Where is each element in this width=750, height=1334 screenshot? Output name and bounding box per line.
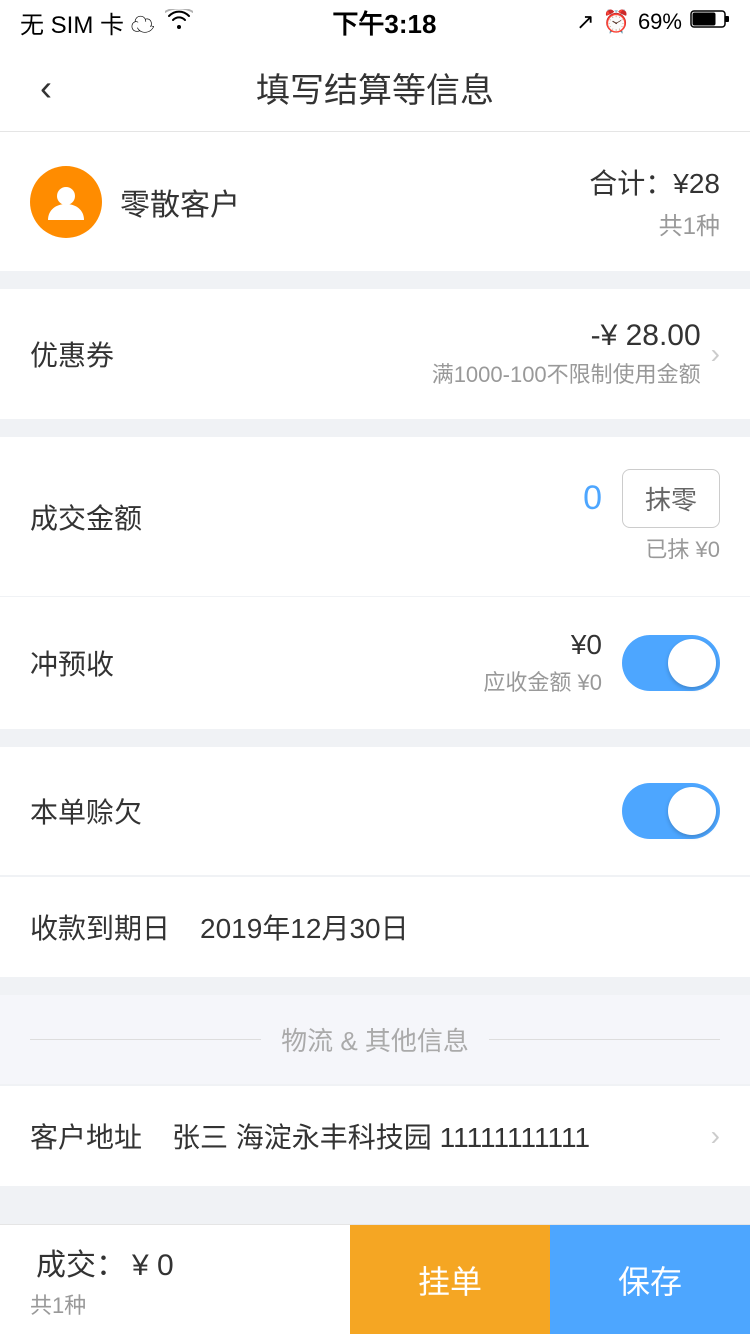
bottom-info: 成交：¥ 0 共1种 (0, 1240, 350, 1320)
transaction-amount-row: 成交金额 0 抹零 已抹 ¥0 (0, 437, 750, 597)
wifi-icon (165, 8, 193, 36)
logistics-divider: 物流 & 其他信息 (0, 995, 750, 1084)
debt-toggle[interactable] (622, 783, 720, 839)
battery-text: 69% (638, 9, 682, 35)
bottom-amount-value: ¥ 0 (132, 1249, 174, 1282)
transaction-value: 0 (583, 479, 602, 518)
debt-row: 本单赊欠 (0, 747, 750, 875)
transaction-label: 成交金额 (30, 497, 142, 537)
location-icon: ↗ (576, 9, 594, 35)
alarm-icon: ⏰ (603, 9, 630, 35)
nav-bar: ‹ 填写结算等信息 (0, 44, 750, 132)
chevron-right-icon: › (711, 338, 720, 370)
page-title: 填写结算等信息 (256, 63, 494, 112)
bottom-amount: 成交：¥ 0 (30, 1240, 320, 1284)
bottom-bar: 成交：¥ 0 共1种 挂单 保存 (0, 1224, 750, 1334)
logistics-line-left (30, 1039, 261, 1040)
battery-icon (690, 9, 730, 35)
bottom-amount-label: 成交： (36, 1249, 126, 1282)
transaction-section: 成交金额 0 抹零 已抹 ¥0 冲预收 ¥0 应收金额 ¥0 (0, 437, 750, 729)
status-time: 下午3:18 (332, 4, 436, 41)
customer-name: 零散客户 (120, 180, 240, 224)
due-date-section: 收款到期日 2019年12月30日 (0, 877, 750, 977)
back-button[interactable]: ‹ (30, 57, 62, 119)
customer-avatar (30, 166, 102, 238)
status-right: ↗ ⏰ 69% (576, 9, 730, 35)
due-date-value: 2019年12月30日 (200, 907, 409, 947)
prepayment-toggle[interactable] (622, 635, 720, 691)
customer-summary: 合计：¥28 共1种 (589, 162, 720, 241)
prepayment-sub: 应收金额 ¥0 (483, 665, 602, 697)
logistics-line-right (489, 1039, 720, 1040)
customer-section: 零散客户 合计：¥28 共1种 (0, 132, 750, 271)
no-sim-text: 无 SIM 卡 ☁ (20, 5, 155, 40)
coupon-discount: -¥ 28.00 (432, 319, 701, 353)
debt-section: 本单赊欠 (0, 747, 750, 875)
coupon-section[interactable]: 优惠券 -¥ 28.00 满1000-100不限制使用金额 › (0, 289, 750, 419)
save-button[interactable]: 保存 (550, 1225, 750, 1334)
coupon-sub: 满1000-100不限制使用金额 (432, 357, 701, 389)
customer-count: 共1种 (589, 206, 720, 241)
coupon-label: 优惠券 (30, 334, 114, 374)
content: 零散客户 合计：¥28 共1种 优惠券 -¥ 28.00 满1000-100不限… (0, 132, 750, 1324)
status-bar: 无 SIM 卡 ☁ 下午3:18 ↗ ⏰ 69% (0, 0, 750, 44)
prepayment-row: 冲预收 ¥0 应收金额 ¥0 (0, 597, 750, 729)
customer-left: 零散客户 (30, 166, 240, 238)
status-left: 无 SIM 卡 ☁ (20, 5, 193, 40)
bottom-count: 共1种 (30, 1288, 320, 1320)
prepayment-label: 冲预收 (30, 643, 114, 683)
round-zero-button[interactable]: 抹零 (622, 469, 720, 528)
prepayment-value: ¥0 (483, 629, 602, 661)
hold-button[interactable]: 挂单 (350, 1225, 550, 1334)
debt-label: 本单赊欠 (30, 791, 142, 831)
customer-total: 合计：¥28 (589, 162, 720, 202)
address-section[interactable]: 客户地址 张三 海淀永丰科技园 11111111111 › (0, 1086, 750, 1186)
due-date-label: 收款到期日 (30, 907, 170, 947)
logistics-text: 物流 & 其他信息 (281, 1021, 469, 1058)
address-label: 客户地址 (30, 1116, 142, 1156)
transaction-sub: 已抹 ¥0 (583, 532, 720, 564)
address-chevron-icon: › (711, 1120, 720, 1152)
address-value: 张三 海淀永丰科技园 11111111111 (172, 1116, 711, 1156)
